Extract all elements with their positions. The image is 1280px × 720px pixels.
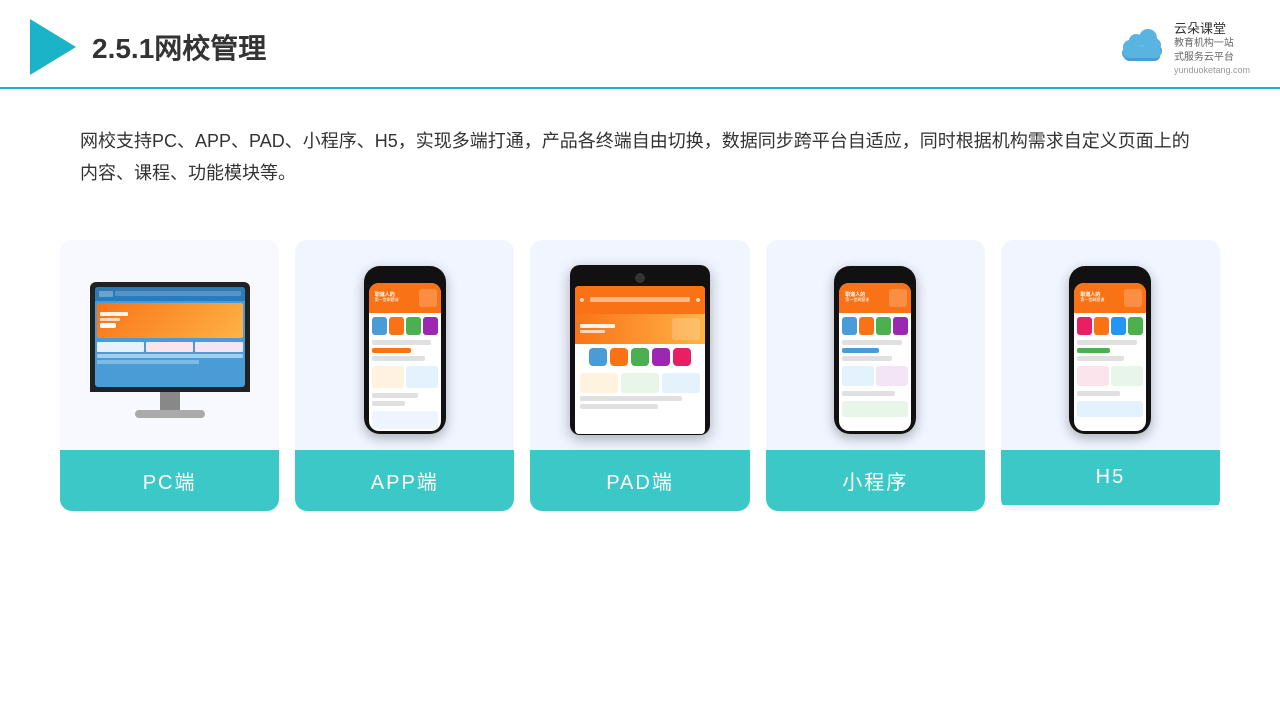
h5-phone-icon: 职道人的 第一堂刷题课 [1069,266,1151,434]
card-pc: PC端 [60,240,279,511]
miniprogram-phone-icon: 职道人的 第一堂刷题课 [834,266,916,434]
card-h5: 职道人的 第一堂刷题课 [1001,240,1220,511]
page-title: 2.5.1网校管理 [92,27,266,67]
header: 2.5.1网校管理 [0,0,1280,89]
logo-brand-name: 云朵课堂 [1174,18,1250,37]
card-label-h5: H5 [1001,450,1220,505]
description-paragraph: 网校支持PC、APP、PAD、小程序、H5，实现多端打通，产品各终端自由切换，数… [80,125,1200,190]
brand-triangle-icon [30,19,76,75]
card-image-h5: 职道人的 第一堂刷题课 [1001,240,1220,450]
card-app: 职道人的 第一堂刷题课 [295,240,514,511]
card-miniprogram: 职道人的 第一堂刷题课 [766,240,985,511]
card-image-app: 职道人的 第一堂刷题课 [295,240,514,450]
header-left: 2.5.1网校管理 [30,19,266,75]
card-image-miniprogram: 职道人的 第一堂刷题课 [766,240,985,450]
card-label-pc: PC端 [60,450,279,511]
card-label-pad: PAD端 [530,450,749,511]
cloud-icon [1116,29,1168,65]
card-image-pad [530,240,749,450]
pc-monitor-icon [90,282,250,418]
logo-text-block: 云朵课堂 教育机构一站 式服务云平台 yunduoketang.com [1174,18,1250,75]
card-image-pc [60,240,279,450]
header-right: 云朵课堂 教育机构一站 式服务云平台 yunduoketang.com [1116,18,1250,75]
logo-tagline-2: 式服务云平台 [1174,51,1250,65]
cards-section: PC端 职道人的 第一堂刷题课 [0,220,1280,541]
pad-tablet-icon [570,265,710,435]
app-phone-icon: 职道人的 第一堂刷题课 [364,266,446,434]
card-label-miniprogram: 小程序 [766,450,985,511]
card-label-app: APP端 [295,450,514,511]
card-pad: PAD端 [530,240,749,511]
cloud-logo: 云朵课堂 教育机构一站 式服务云平台 yunduoketang.com [1116,18,1250,75]
logo-url: yunduoketang.com [1174,65,1250,75]
description-text: 网校支持PC、APP、PAD、小程序、H5，实现多端打通，产品各终端自由切换，数… [0,89,1280,210]
logo-tagline-1: 教育机构一站 [1174,37,1250,51]
logo-tagline: 教育机构一站 式服务云平台 [1174,37,1250,65]
